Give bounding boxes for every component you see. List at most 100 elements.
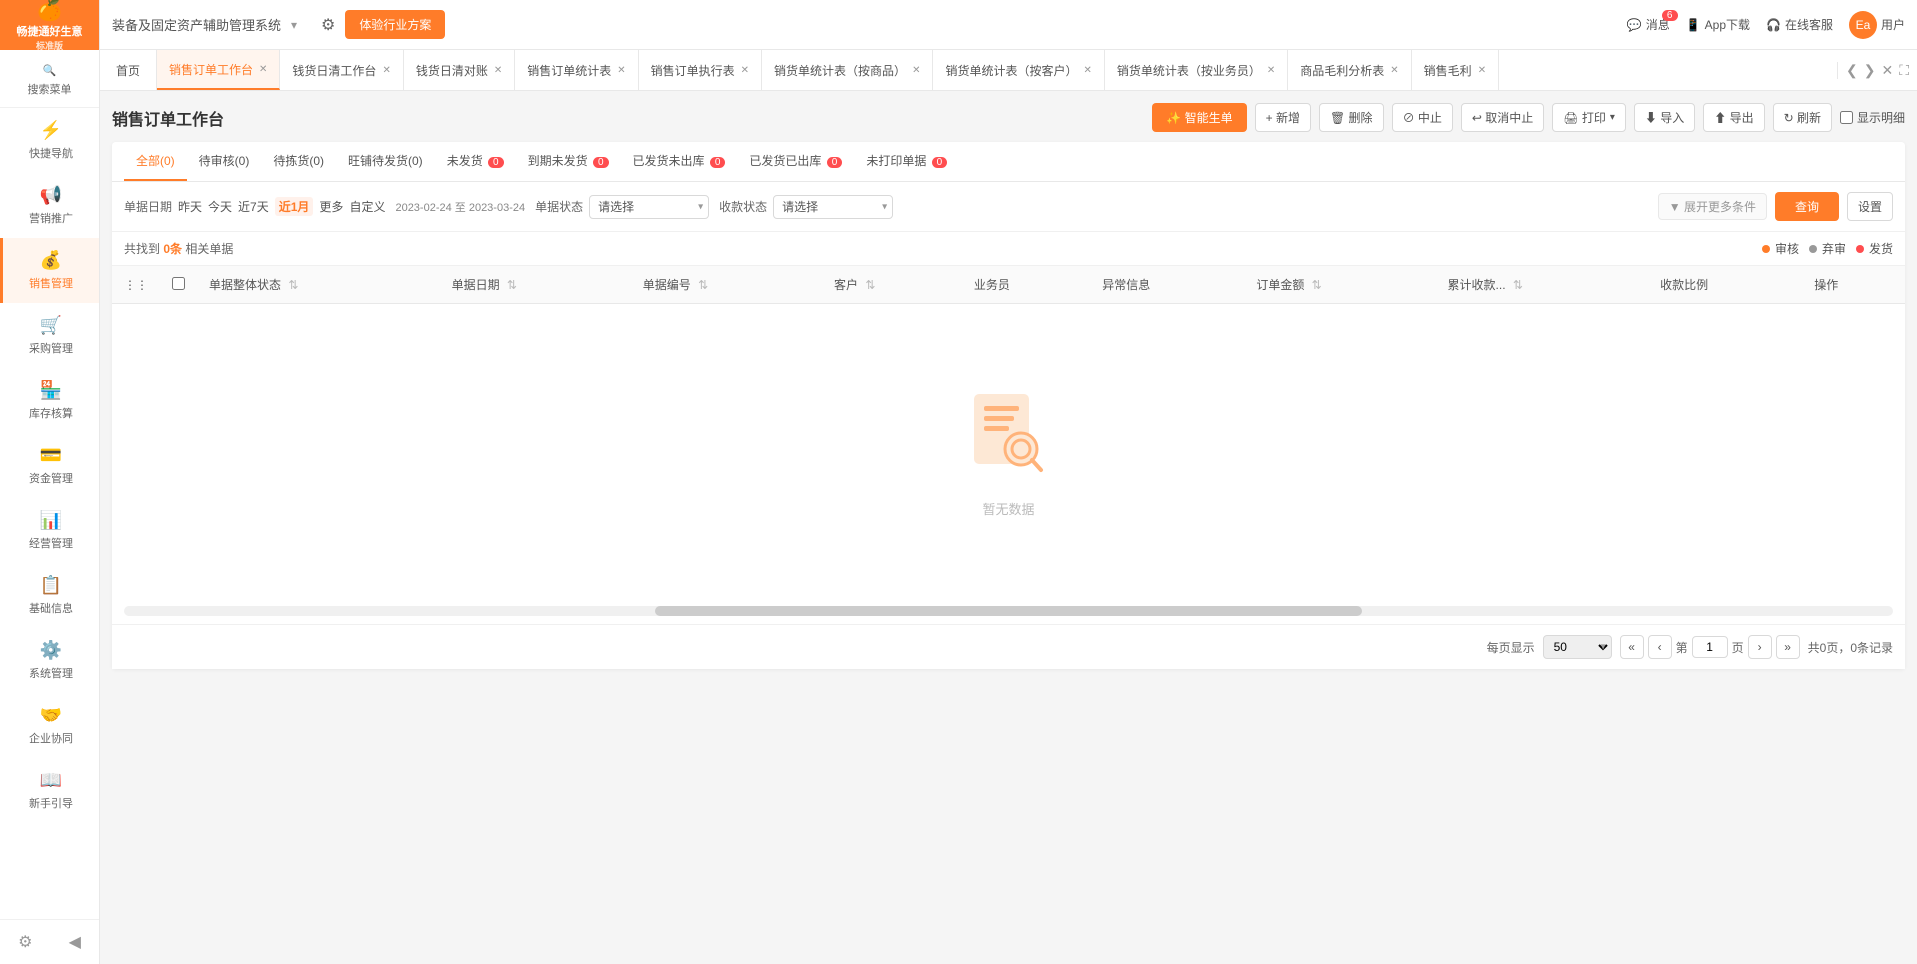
tab-cash-reconcile[interactable]: 钱货日清对账 ✕ bbox=[404, 50, 515, 90]
tab-close-all-icon[interactable]: ✕ bbox=[1881, 62, 1893, 79]
subtab-all[interactable]: 全部(0) bbox=[124, 142, 187, 181]
page-number-input[interactable] bbox=[1692, 636, 1728, 658]
next-page-button[interactable]: › bbox=[1748, 635, 1772, 659]
stop-button[interactable]: ⊘ 中止 bbox=[1392, 103, 1453, 132]
tab-sales-stats[interactable]: 销售订单统计表 ✕ bbox=[515, 50, 638, 90]
sidebar-item-marketing[interactable]: 📢 营销推广 bbox=[0, 173, 99, 238]
date-more[interactable]: 更多 bbox=[319, 198, 343, 215]
scroll-thumb[interactable] bbox=[655, 606, 1363, 616]
payment-select[interactable]: 请选择 bbox=[773, 195, 893, 219]
cancel-stop-button[interactable]: ↩ 取消中止 bbox=[1461, 103, 1544, 132]
messages-button[interactable]: 💬 消息 6 bbox=[1627, 16, 1670, 33]
marketing-label: 营销推广 bbox=[29, 210, 73, 226]
horizontal-scrollbar[interactable] bbox=[124, 606, 1893, 616]
sidebar-settings-btn[interactable]: ⚙ bbox=[18, 932, 32, 952]
app-download-button[interactable]: 📱 App下载 bbox=[1686, 16, 1750, 33]
tab-close-sales-revenue[interactable]: ✕ bbox=[1478, 65, 1486, 76]
tab-sales-summary-staff[interactable]: 销货单统计表（按业务员） ✕ bbox=[1105, 50, 1288, 90]
col-checkbox[interactable] bbox=[160, 266, 197, 304]
sidebar-item-inventory[interactable]: 🏪 库存核算 bbox=[0, 368, 99, 433]
select-all-checkbox[interactable] bbox=[172, 277, 185, 290]
col-status[interactable]: 单据整体状态 ⇅ bbox=[197, 266, 440, 304]
col-amount[interactable]: 订单金额 ⇅ bbox=[1244, 266, 1435, 304]
tab-sales-revenue[interactable]: 销售毛利 ✕ bbox=[1412, 50, 1499, 90]
sidebar-item-system[interactable]: ⚙️ 系统管理 bbox=[0, 628, 99, 693]
sidebar-item-quick-nav[interactable]: ⚡ 快捷导航 bbox=[0, 108, 99, 173]
tab-sales-order-workbench[interactable]: 销售订单工作台 ✕ bbox=[157, 50, 280, 90]
sidebar-item-finance[interactable]: 💳 资金管理 bbox=[0, 433, 99, 498]
col-collected[interactable]: 累计收款... ⇅ bbox=[1436, 266, 1649, 304]
tab-next-icon[interactable]: ❯ bbox=[1864, 62, 1876, 79]
refresh-button[interactable]: ↻ 刷新 bbox=[1773, 103, 1832, 132]
date-yesterday[interactable]: 昨天 bbox=[178, 198, 202, 215]
cancel-review-button[interactable]: 弃审 bbox=[1809, 240, 1846, 257]
ship-button[interactable]: 发货 bbox=[1856, 240, 1893, 257]
expand-filter-button[interactable]: ▼ 展开更多条件 bbox=[1658, 193, 1767, 220]
show-detail-input[interactable] bbox=[1840, 111, 1853, 124]
print-button[interactable]: 🖨 打印 ▾ bbox=[1552, 103, 1626, 132]
industry-solution-button[interactable]: 体验行业方案 bbox=[345, 10, 445, 39]
date-custom[interactable]: 自定义 bbox=[349, 198, 385, 215]
subtab-not-printed[interactable]: 未打印单据 0 bbox=[854, 142, 959, 181]
app-download-icon: 📱 bbox=[1686, 18, 1701, 32]
first-page-button[interactable]: « bbox=[1620, 635, 1644, 659]
sidebar-item-operations[interactable]: 📊 经营管理 bbox=[0, 498, 99, 563]
subtab-overdue[interactable]: 到期未发货 0 bbox=[516, 142, 621, 181]
filter-setting-button[interactable]: 设置 bbox=[1847, 192, 1893, 221]
page-size-select[interactable]: 10 20 50 100 bbox=[1543, 635, 1612, 659]
tab-close-sales-stats[interactable]: ✕ bbox=[617, 65, 625, 76]
sidebar-item-enterprise[interactable]: 🤝 企业协同 bbox=[0, 693, 99, 758]
table-scroll-container[interactable]: ⋮⋮ 单据整体状态 ⇅ 单据日期 ⇅ 单据编号 ⇅ 客户 ⇅ 业务员 异常信息 … bbox=[112, 266, 1905, 304]
status-select[interactable]: 请选择 bbox=[589, 195, 709, 219]
tab-close-sales-order[interactable]: ✕ bbox=[259, 64, 267, 75]
tab-prev-icon[interactable]: ❮ bbox=[1846, 62, 1858, 79]
col-date[interactable]: 单据日期 ⇅ bbox=[440, 266, 631, 304]
col-customer[interactable]: 客户 ⇅ bbox=[822, 266, 962, 304]
smart-generate-button[interactable]: ✨ 智能生单 bbox=[1152, 103, 1246, 132]
export-button[interactable]: ⬆ 导出 bbox=[1703, 103, 1764, 132]
subtab-shipped-not-out[interactable]: 已发货未出库 0 bbox=[621, 142, 738, 181]
subtab-not-shipped[interactable]: 未发货 0 bbox=[435, 142, 516, 181]
tab-sales-exec[interactable]: 销售订单执行表 ✕ bbox=[639, 50, 762, 90]
tab-sales-summary-customer[interactable]: 销货单统计表（按客户） ✕ bbox=[933, 50, 1104, 90]
sidebar-item-purchase[interactable]: 🛒 采购管理 bbox=[0, 303, 99, 368]
date-today[interactable]: 今天 bbox=[208, 198, 232, 215]
date-last7[interactable]: 近7天 bbox=[238, 198, 269, 215]
subtab-wangpu[interactable]: 旺铺待发货(0) bbox=[336, 142, 435, 181]
review-button[interactable]: 审核 bbox=[1762, 240, 1799, 257]
online-service-button[interactable]: 🎧 在线客服 bbox=[1766, 16, 1833, 33]
subtab-shipped-out[interactable]: 已发货已出库 0 bbox=[737, 142, 854, 181]
search-menu[interactable]: 🔍 搜索菜单 bbox=[0, 50, 99, 108]
subtab-pending-pickup[interactable]: 待拣货(0) bbox=[261, 142, 336, 181]
subtab-pending-review[interactable]: 待审核(0) bbox=[187, 142, 262, 181]
quick-nav-label: 快捷导航 bbox=[29, 145, 73, 161]
last-page-button[interactable]: » bbox=[1776, 635, 1800, 659]
tab-close-cash-daily[interactable]: ✕ bbox=[382, 65, 390, 76]
tab-close-sales-staff[interactable]: ✕ bbox=[1267, 65, 1275, 76]
sidebar-item-basic-info[interactable]: 📋 基础信息 bbox=[0, 563, 99, 628]
tab-product-margin[interactable]: 商品毛利分析表 ✕ bbox=[1288, 50, 1411, 90]
add-button[interactable]: + 新增 bbox=[1255, 103, 1311, 132]
prev-page-button[interactable]: ‹ bbox=[1648, 635, 1672, 659]
sidebar-collapse-btn[interactable]: ◀ bbox=[69, 932, 81, 952]
tab-fullscreen-icon[interactable]: ⛶ bbox=[1899, 62, 1909, 79]
tab-home[interactable]: 首页 bbox=[100, 50, 157, 90]
tab-close-cash-reconcile[interactable]: ✕ bbox=[494, 65, 502, 76]
system-dropdown-icon[interactable]: ▾ bbox=[291, 18, 311, 32]
tab-cash-daily[interactable]: 钱货日清工作台 ✕ bbox=[280, 50, 403, 90]
user-menu[interactable]: Ea 用户 bbox=[1849, 11, 1905, 39]
sidebar-item-guide[interactable]: 📖 新手引导 bbox=[0, 758, 99, 823]
tab-close-sales-exec[interactable]: ✕ bbox=[741, 65, 749, 76]
query-button[interactable]: 查询 bbox=[1775, 192, 1839, 221]
tab-close-sales-product[interactable]: ✕ bbox=[912, 65, 920, 76]
date-last1m[interactable]: 近1月 bbox=[275, 197, 314, 216]
show-detail-checkbox[interactable]: 显示明细 bbox=[1840, 109, 1905, 126]
tab-close-product-margin[interactable]: ✕ bbox=[1390, 65, 1398, 76]
tab-sales-summary-product[interactable]: 销货单统计表（按商品） ✕ bbox=[762, 50, 933, 90]
delete-button[interactable]: 🗑 删除 bbox=[1319, 103, 1384, 132]
tab-close-sales-customer[interactable]: ✕ bbox=[1083, 65, 1091, 76]
import-button[interactable]: ⬇ 导入 bbox=[1634, 103, 1695, 132]
sidebar-item-sales[interactable]: 💰 销售管理 bbox=[0, 238, 99, 303]
topbar-settings-icon[interactable]: ⚙ bbox=[321, 15, 335, 35]
col-number[interactable]: 单据编号 ⇅ bbox=[631, 266, 822, 304]
